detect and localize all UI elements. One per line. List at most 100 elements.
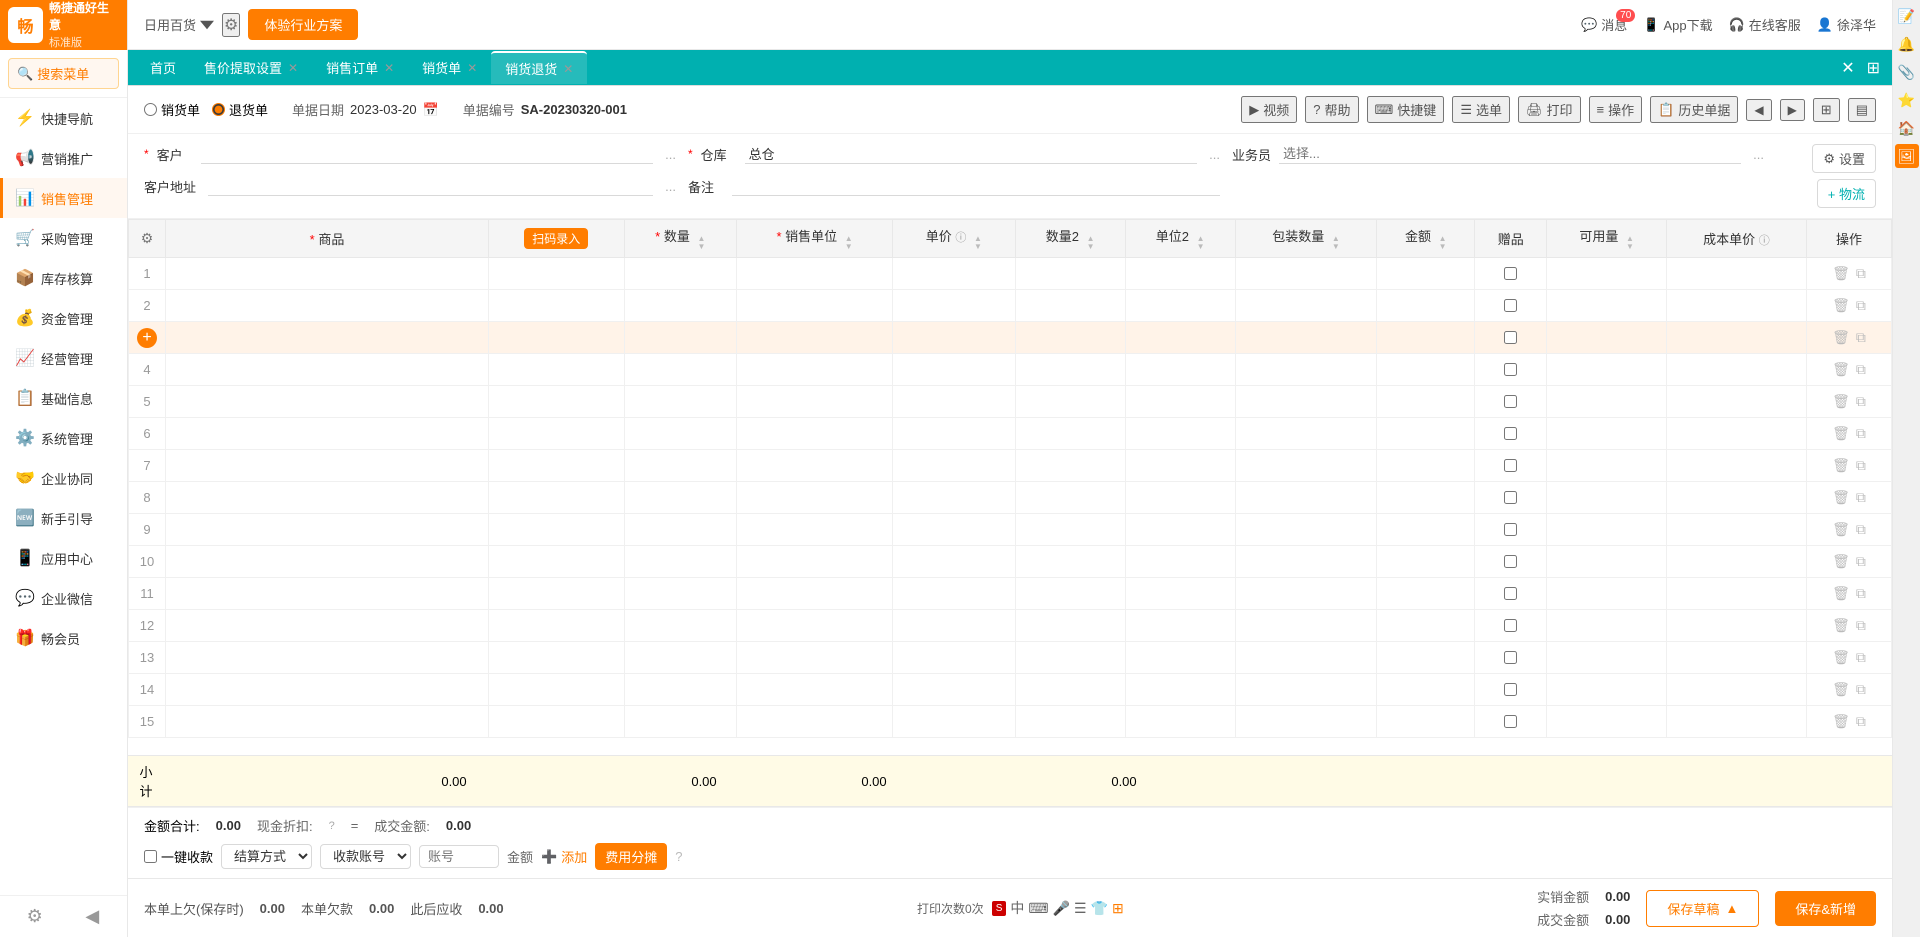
delete-row-4-btn[interactable]: 🗑 (1832, 361, 1850, 378)
row-sale-unit-12[interactable] (737, 610, 893, 642)
row-qty-15[interactable] (624, 706, 737, 738)
save-new-button[interactable]: 保存&新增 (1775, 891, 1876, 926)
row-product-11[interactable] (166, 578, 489, 610)
row-cost-price-10[interactable] (1666, 546, 1806, 578)
radio-sale-out-input[interactable] (144, 103, 157, 116)
right-sidebar-note-btn[interactable]: 📝 (1895, 4, 1919, 28)
row-unit-price-7[interactable] (893, 450, 1015, 482)
sidebar-item-purchase[interactable]: 🛒 采购管理 (0, 218, 127, 258)
copy-row-14-btn[interactable]: ⧉ (1856, 681, 1866, 698)
row-unit-price-2[interactable] (893, 290, 1015, 322)
copy-row-12-btn[interactable]: ⧉ (1856, 617, 1866, 634)
row-amount-11[interactable] (1377, 578, 1475, 610)
row-qty2-4[interactable] (1015, 354, 1125, 386)
row-cost-price-5[interactable] (1666, 386, 1806, 418)
delete-row-15-btn[interactable]: 🗑 (1832, 713, 1850, 730)
row-cost-price-4[interactable] (1666, 354, 1806, 386)
row-available-1[interactable] (1547, 258, 1667, 290)
row-unit2-15[interactable] (1125, 706, 1235, 738)
row-product-9[interactable] (166, 514, 489, 546)
row-qty-9[interactable] (624, 514, 737, 546)
row-product-6[interactable] (166, 418, 489, 450)
warehouse-input[interactable] (745, 144, 1197, 164)
toolbar-select-btn[interactable]: ☰ 选单 (1452, 96, 1510, 123)
row-sale-unit-5[interactable] (737, 386, 893, 418)
row-pack-qty-9[interactable] (1235, 514, 1377, 546)
row-gift-3[interactable] (1475, 322, 1547, 354)
row-qty2-13[interactable] (1015, 642, 1125, 674)
toolbar-operate-btn[interactable]: ≡ 操作 (1589, 96, 1643, 123)
qty2-sort-arrows[interactable]: ▲▼ (1087, 235, 1095, 251)
row-qty2-12[interactable] (1015, 610, 1125, 642)
unit-price-sort-arrows[interactable]: ▲▼ (974, 235, 982, 251)
row-qty2-3[interactable] (1015, 322, 1125, 354)
copy-row-15-btn[interactable]: ⧉ (1856, 713, 1866, 730)
row-pack-qty-14[interactable] (1235, 674, 1377, 706)
row-pack-qty-10[interactable] (1235, 546, 1377, 578)
row-unit-price-8[interactable] (893, 482, 1015, 514)
online-service-button[interactable]: 🎧 在线客服 (1729, 15, 1801, 34)
row-unit2-6[interactable] (1125, 418, 1235, 450)
delete-row-7-btn[interactable]: 🗑 (1832, 457, 1850, 474)
row-gift-9[interactable] (1475, 514, 1547, 546)
gift-checkbox-12[interactable] (1504, 619, 1517, 632)
copy-row-6-btn[interactable]: ⧉ (1856, 425, 1866, 442)
row-available-8[interactable] (1547, 482, 1667, 514)
tab-sale-out[interactable]: 销货单 ✕ (408, 52, 491, 83)
row-unit-price-11[interactable] (893, 578, 1015, 610)
row-qty2-14[interactable] (1015, 674, 1125, 706)
row-sale-unit-2[interactable] (737, 290, 893, 322)
toolbar-video-btn[interactable]: ▶ 视频 (1241, 96, 1297, 123)
customer-input[interactable] (201, 144, 653, 164)
row-unit-price-9[interactable] (893, 514, 1015, 546)
row-gift-12[interactable] (1475, 610, 1547, 642)
delete-row-12-btn[interactable]: 🗑 (1832, 617, 1850, 634)
row-available-5[interactable] (1547, 386, 1667, 418)
row-unit-price-12[interactable] (893, 610, 1015, 642)
sidebar-item-wechat[interactable]: 💬 企业微信 (0, 578, 127, 618)
row-pack-qty-11[interactable] (1235, 578, 1377, 610)
sidebar-item-inventory[interactable]: 📦 库存核算 (0, 258, 127, 298)
row-available-2[interactable] (1547, 290, 1667, 322)
tab-sale-return-close[interactable]: ✕ (563, 62, 573, 76)
row-qty2-7[interactable] (1015, 450, 1125, 482)
fee-split-button[interactable]: 费用分摊 (595, 843, 667, 870)
row-gift-1[interactable] (1475, 258, 1547, 290)
row-unit2-14[interactable] (1125, 674, 1235, 706)
delete-row-5-btn[interactable]: 🗑 (1832, 393, 1850, 410)
row-gift-5[interactable] (1475, 386, 1547, 418)
add-payment-button[interactable]: ➕ 添加 (541, 847, 587, 866)
delete-row-10-btn[interactable]: 🗑 (1832, 553, 1850, 570)
sidebar-item-enterprise[interactable]: 🤝 企业协同 (0, 458, 127, 498)
available-sort-arrows[interactable]: ▲▼ (1626, 235, 1634, 251)
row-available-15[interactable] (1547, 706, 1667, 738)
pack-qty-sort-arrows[interactable]: ▲▼ (1332, 235, 1340, 251)
customer-select-btn[interactable]: ... (665, 147, 676, 162)
one-click-pay-checkbox[interactable]: 一键收款 (144, 847, 213, 866)
row-sale-unit-14[interactable] (737, 674, 893, 706)
copy-row-8-btn[interactable]: ⧉ (1856, 489, 1866, 506)
user-menu-button[interactable]: 👤 徐泽华 (1817, 15, 1876, 34)
gift-checkbox-8[interactable] (1504, 491, 1517, 504)
delete-row-9-btn[interactable]: 🗑 (1832, 521, 1850, 538)
gift-checkbox-13[interactable] (1504, 651, 1517, 664)
row-available-9[interactable] (1547, 514, 1667, 546)
topbar-gear-button[interactable]: ⚙ (222, 13, 240, 37)
row-sale-unit-3[interactable] (737, 322, 893, 354)
row-sale-unit-15[interactable] (737, 706, 893, 738)
row-gift-6[interactable] (1475, 418, 1547, 450)
tab-sale-order[interactable]: 销售订单 ✕ (312, 52, 408, 83)
row-product-4[interactable] (166, 354, 489, 386)
row-unit2-11[interactable] (1125, 578, 1235, 610)
row-gift-10[interactable] (1475, 546, 1547, 578)
row-qty2-8[interactable] (1015, 482, 1125, 514)
row-qty2-9[interactable] (1015, 514, 1125, 546)
row-unit2-12[interactable] (1125, 610, 1235, 642)
row-product-14[interactable] (166, 674, 489, 706)
row-product-8[interactable] (166, 482, 489, 514)
gift-checkbox-3[interactable] (1504, 331, 1517, 344)
row-unit2-5[interactable] (1125, 386, 1235, 418)
row-qty-7[interactable] (624, 450, 737, 482)
scan-input-button[interactable]: 扫码录入 (524, 228, 588, 249)
account-number-input[interactable] (419, 845, 499, 868)
